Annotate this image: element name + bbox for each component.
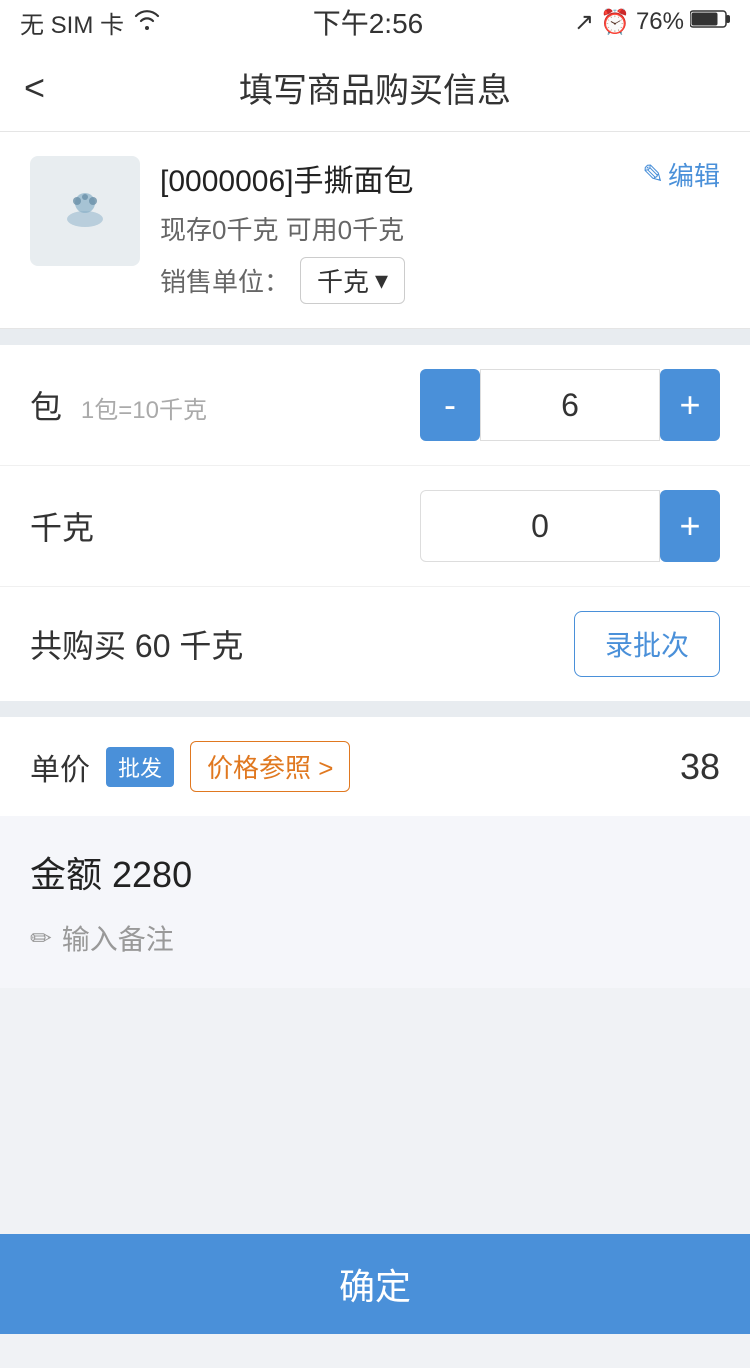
price-label: 单价 <box>30 745 90 789</box>
package-section: 包 1包=10千克 - + 千克 + <box>0 345 750 587</box>
status-left: 无 SIM 卡 <box>20 5 162 40</box>
edit-icon: ✎ <box>642 159 664 190</box>
sim-label: 无 SIM 卡 <box>20 5 124 40</box>
remark-label: 输入备注 <box>62 918 174 958</box>
status-bar: 无 SIM 卡 下午2:56 ↗ ⏰ 76% <box>0 0 750 44</box>
back-button[interactable]: < <box>24 67 45 109</box>
product-info: [0000006]手撕面包 现存0千克 可用0千克 销售单位： 千克 ▾ <box>160 156 622 304</box>
kg-row: 千克 + <box>0 466 750 587</box>
section-divider-1 <box>0 329 750 345</box>
product-card: [0000006]手撕面包 现存0千克 可用0千克 销售单位： 千克 ▾ ✎ 编… <box>0 132 750 329</box>
section-divider-2 <box>0 701 750 717</box>
product-unit: 销售单位： 千克 ▾ <box>160 257 622 304</box>
alarm-icon: ⏰ <box>600 8 630 37</box>
amount-section: 金额 2280 ✏ 输入备注 <box>0 816 750 988</box>
unit-select[interactable]: 千克 ▾ <box>300 257 405 304</box>
package-minus-button[interactable]: - <box>420 369 480 441</box>
package-hint: 1包=10千克 <box>81 397 207 424</box>
price-value: 38 <box>680 746 720 788</box>
kg-plus-button[interactable]: + <box>660 490 720 562</box>
price-reference-button[interactable]: 价格参照 > <box>190 741 350 792</box>
kg-quantity-input[interactable] <box>420 490 660 562</box>
package-quantity-control: - + <box>420 369 720 441</box>
total-text: 共购买 60 千克 <box>30 621 243 667</box>
price-section: 单价 批发 价格参照 > 38 <box>0 717 750 816</box>
status-time: 下午2:56 <box>313 2 424 42</box>
amount-label: 金额 2280 <box>30 854 192 895</box>
package-label: 包 1包=10千克 <box>30 382 420 428</box>
kg-quantity-control: + <box>420 490 720 562</box>
product-image <box>30 156 140 266</box>
product-name: [0000006]手撕面包 <box>160 156 622 200</box>
batch-button[interactable]: 录批次 <box>574 611 720 677</box>
status-right: ↗ ⏰ 76% <box>574 8 730 37</box>
edit-button[interactable]: ✎ 编辑 <box>642 156 720 193</box>
page-title: 填写商品购买信息 <box>239 63 511 112</box>
price-tag: 批发 <box>106 747 174 787</box>
battery-text: 76% <box>636 8 684 36</box>
wifi-icon <box>132 8 162 37</box>
nav-bar: < 填写商品购买信息 <box>0 44 750 132</box>
product-stock: 现存0千克 可用0千克 <box>160 210 622 247</box>
package-quantity-input[interactable] <box>480 369 660 441</box>
amount-row: 金额 2280 <box>30 846 720 898</box>
package-row: 包 1包=10千克 - + <box>0 345 750 466</box>
unit-label: 销售单位： <box>160 262 290 299</box>
confirm-button[interactable]: 确定 <box>0 1234 750 1334</box>
location-icon: ↗ <box>574 8 594 37</box>
chevron-down-icon: ▾ <box>375 265 388 296</box>
total-section: 共购买 60 千克 录批次 <box>0 587 750 701</box>
pencil-icon: ✏ <box>30 923 52 954</box>
battery-icon <box>690 8 730 36</box>
package-plus-button[interactable]: + <box>660 369 720 441</box>
kg-label: 千克 <box>30 503 420 549</box>
remark-row[interactable]: ✏ 输入备注 <box>30 918 720 958</box>
